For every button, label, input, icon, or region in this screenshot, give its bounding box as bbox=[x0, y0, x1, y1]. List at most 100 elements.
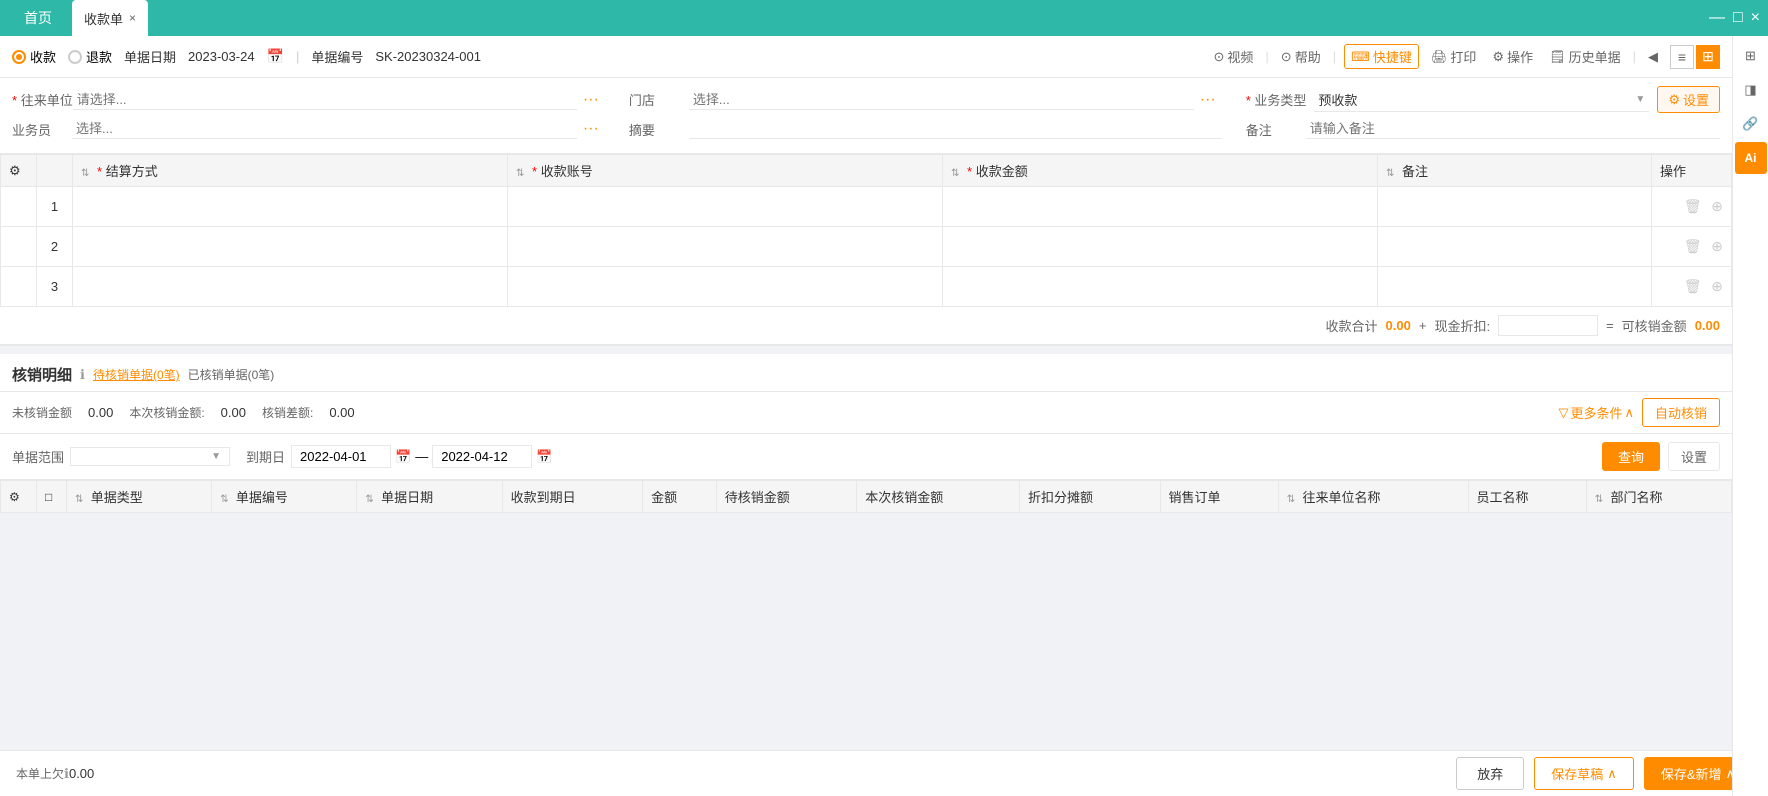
row-amount-1[interactable] bbox=[943, 187, 1378, 227]
table-row: 1 🗑 ⊕ bbox=[1, 187, 1732, 227]
col-rownum-header bbox=[37, 155, 73, 187]
save-new-label: 保存&新增 bbox=[1661, 764, 1722, 783]
sidebar-link-icon[interactable]: 🔗 bbox=[1735, 108, 1767, 140]
help-btn[interactable]: ⊙ 帮助 bbox=[1277, 45, 1325, 68]
row-op-2: 🗑 ⊕ bbox=[1652, 227, 1732, 267]
sidebar-table-icon[interactable]: ⊞ bbox=[1735, 40, 1767, 72]
remarks-input[interactable] bbox=[1306, 119, 1720, 139]
save-draft-btn[interactable]: 保存草稿 ∧ bbox=[1534, 757, 1634, 790]
btcol-duedate: 收款到期日 bbox=[502, 481, 643, 513]
sidebar-layout-icon[interactable]: ◨ bbox=[1735, 74, 1767, 106]
btcol-dept: ⇅ 部门名称 bbox=[1586, 481, 1731, 513]
btcol-type-label: 单据类型 bbox=[91, 490, 143, 505]
date-from-input[interactable] bbox=[291, 445, 391, 468]
date-to-icon[interactable]: 📅 bbox=[536, 449, 552, 465]
operation-btn[interactable]: ⚙ 操作 bbox=[1488, 45, 1537, 68]
form-settings-btn[interactable]: ⚙ 设置 bbox=[1657, 86, 1720, 113]
store-label: 门店 bbox=[629, 90, 689, 109]
shortcut-icon: ⌨ bbox=[1351, 49, 1370, 65]
link-icon: 🔗 bbox=[1742, 116, 1758, 132]
row-account-2[interactable] bbox=[508, 227, 943, 267]
table-row: 2 🗑 ⊕ bbox=[1, 227, 1732, 267]
window-close-icon[interactable]: × bbox=[1751, 9, 1760, 27]
verifiable-value: 0.00 bbox=[1695, 318, 1720, 333]
sidebar-ai-icon[interactable]: Ai bbox=[1735, 142, 1767, 174]
btsort-3: ⇅ bbox=[365, 494, 373, 505]
btcol-num: ⇅ 单据编号 bbox=[212, 481, 357, 513]
copy-icon-2[interactable]: ⊕ bbox=[1711, 238, 1723, 254]
radio-refund[interactable]: 退款 bbox=[68, 47, 112, 66]
summary-input[interactable] bbox=[689, 119, 1222, 139]
video-btn[interactable]: ⊙ 视频 bbox=[1209, 45, 1257, 68]
history-btn[interactable]: 🗒 历史单据 bbox=[1545, 45, 1625, 68]
tab-active[interactable]: 收款单 × bbox=[72, 0, 148, 36]
abandon-btn[interactable]: 放弃 bbox=[1456, 757, 1524, 790]
save-draft-label: 保存草稿 bbox=[1551, 764, 1603, 783]
hx-settings-btn[interactable]: 设置 bbox=[1668, 442, 1720, 471]
copy-icon-1[interactable]: ⊕ bbox=[1711, 198, 1723, 214]
ai-icon: Ai bbox=[1745, 151, 1757, 165]
btcol-counterpart-label: 往来单位名称 bbox=[1303, 490, 1381, 505]
copy-icon-3[interactable]: ⊕ bbox=[1711, 278, 1723, 294]
btcol-checkbox[interactable]: □ bbox=[37, 481, 67, 513]
date-picker-icon[interactable]: 📅 bbox=[267, 48, 284, 65]
pending-tab[interactable]: 待核销单据(0笔) bbox=[93, 366, 180, 383]
done-tab[interactable]: 已核销单据(0笔) bbox=[188, 366, 275, 383]
range-select[interactable]: ▼ bbox=[70, 447, 230, 466]
date-from-icon[interactable]: 📅 bbox=[395, 449, 411, 465]
biz-type-value: 预收款 bbox=[1318, 90, 1357, 109]
more-conditions-btn[interactable]: ▽ 更多条件 ∧ bbox=[1558, 403, 1634, 422]
row-settle-1[interactable] bbox=[73, 187, 508, 227]
row-amount-3[interactable] bbox=[943, 267, 1378, 307]
btsort-4: ⇅ bbox=[1287, 494, 1295, 505]
date-to-input[interactable] bbox=[432, 445, 532, 468]
nav-prev-btn[interactable]: ◀ bbox=[1644, 47, 1662, 67]
tab-home[interactable]: 首页 bbox=[8, 0, 68, 36]
current-hx-value: 0.00 bbox=[221, 405, 246, 420]
discount-input[interactable] bbox=[1498, 315, 1598, 336]
footer-btns: 放弃 保存草稿 ∧ 保存&新增 ∧ bbox=[1456, 757, 1752, 790]
btcol-staff: 员工名称 bbox=[1468, 481, 1586, 513]
row-account-3[interactable] bbox=[508, 267, 943, 307]
delete-icon-1[interactable]: 🗑 bbox=[1684, 198, 1702, 214]
verification-table: ⚙ □ ⇅ 单据类型 ⇅ 单据编号 ⇅ 单据日期 bbox=[0, 480, 1732, 513]
row-remarks-2[interactable] bbox=[1378, 227, 1652, 267]
print-btn[interactable]: 🖨 打印 bbox=[1427, 45, 1481, 68]
staff-more-icon[interactable]: ··· bbox=[577, 120, 605, 138]
row-settle-3[interactable] bbox=[73, 267, 508, 307]
col-gear[interactable]: ⚙ bbox=[1, 155, 37, 187]
window-minimize-icon[interactable]: — bbox=[1709, 9, 1725, 27]
auto-verify-btn[interactable]: 自动核销 bbox=[1642, 398, 1720, 427]
total-label: 收款合计 bbox=[1326, 316, 1378, 335]
btcol-pending: 待核销金额 bbox=[716, 481, 857, 513]
radio-receipt-dot bbox=[12, 50, 26, 64]
grid-cards-btn[interactable]: ⊞ bbox=[1696, 45, 1720, 69]
due-date-field: 到期日 📅 — 📅 bbox=[246, 445, 552, 468]
row-account-1[interactable] bbox=[508, 187, 943, 227]
delete-icon-3[interactable]: 🗑 bbox=[1684, 278, 1702, 294]
window-maximize-icon[interactable]: □ bbox=[1733, 9, 1743, 27]
tab-close-icon[interactable]: × bbox=[129, 11, 136, 25]
shortcut-btn[interactable]: ⌨ 快捷键 bbox=[1344, 44, 1419, 69]
btcol-dept-label: 部门名称 bbox=[1610, 490, 1662, 505]
query-btn[interactable]: 查询 bbox=[1602, 442, 1660, 471]
biz-type-select[interactable]: 预收款 ▼ bbox=[1314, 88, 1649, 112]
col-account-label: 收款账号 bbox=[541, 164, 593, 179]
row-amount-2[interactable] bbox=[943, 227, 1378, 267]
verification-info-icon[interactable]: ℹ bbox=[80, 367, 85, 383]
grid-list-btn[interactable]: ≡ bbox=[1670, 45, 1694, 69]
store-more-icon[interactable]: ··· bbox=[1194, 91, 1222, 109]
counterpart-label: * 往来单位 bbox=[12, 90, 73, 109]
radio-receipt[interactable]: 收款 bbox=[12, 47, 56, 66]
btcol-gear[interactable]: ⚙ bbox=[1, 481, 37, 513]
staff-input[interactable] bbox=[72, 119, 577, 139]
counterpart-more-icon[interactable]: ··· bbox=[577, 91, 605, 109]
verification-title: 核销明细 bbox=[12, 364, 72, 385]
col-operation-header: 操作 bbox=[1652, 155, 1732, 187]
counterpart-input[interactable] bbox=[73, 90, 577, 110]
delete-icon-2[interactable]: 🗑 bbox=[1684, 238, 1702, 254]
store-input[interactable] bbox=[689, 90, 1194, 110]
row-remarks-1[interactable] bbox=[1378, 187, 1652, 227]
row-remarks-3[interactable] bbox=[1378, 267, 1652, 307]
row-settle-2[interactable] bbox=[73, 227, 508, 267]
